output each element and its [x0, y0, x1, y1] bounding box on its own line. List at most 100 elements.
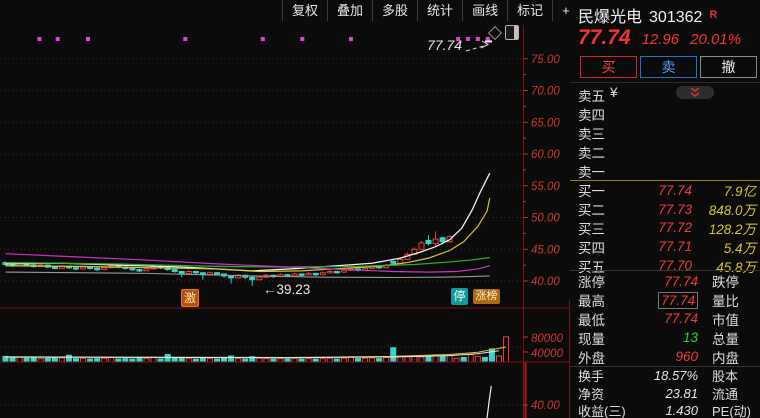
stat-label: 涨停	[570, 271, 636, 291]
bid-price: 77.71	[628, 239, 692, 254]
grid-lines	[0, 59, 523, 405]
ask-row-4[interactable]: 卖四	[570, 105, 760, 124]
registered-tag: R	[709, 9, 717, 21]
stat-label: 跌停	[698, 271, 739, 291]
eps-value: 1.430	[636, 403, 698, 418]
price-axis-label: 75.00	[531, 54, 560, 66]
sub-pane-line	[487, 386, 491, 418]
ask-label: 卖四	[570, 104, 628, 124]
price-change-pct: 20.01%	[690, 31, 741, 48]
ma-yellow	[6, 198, 490, 272]
stat-label: 最低	[570, 309, 636, 329]
turnover-value: 18.57%	[636, 368, 698, 383]
bid-label: 买二	[570, 199, 628, 219]
currency-symbol: ¥	[610, 85, 618, 105]
stock-name: 民爆光电	[578, 3, 642, 27]
stat-label: 总量	[698, 328, 739, 348]
bid-label: 买四	[570, 237, 628, 257]
high-value: 77.74	[658, 292, 698, 309]
price-axis-label: 60.00	[531, 149, 560, 161]
current-volume-value: 13	[636, 330, 698, 345]
toolbar-item-overlay[interactable]: 叠加	[327, 0, 372, 21]
badge-gainers-list[interactable]: 涨榜	[473, 289, 500, 304]
price-axis-label: 55.00	[531, 181, 560, 193]
toolbar-item-statistics[interactable]: 统计	[417, 0, 462, 21]
ask-row-3[interactable]: 卖三	[570, 124, 760, 143]
stat-label: 换手	[570, 366, 636, 385]
last-limit-up-bar	[485, 40, 492, 42]
stock-header: 民爆光电 301362 R	[578, 3, 717, 27]
stats-row-high: 最高 77.74 量比	[570, 291, 760, 310]
ask-label: 卖二	[570, 142, 628, 162]
price-axis-label: 65.00	[531, 117, 560, 129]
price-axis-label: 40.00	[531, 276, 560, 288]
stats-block-2: 换手 18.57% 股本 净资 23.81 流通 收益(三) 1.430 PE(…	[570, 367, 760, 418]
stat-label: 现量	[570, 328, 636, 348]
stat-label: 量比	[698, 290, 739, 310]
trading-app-window: 75.0070.0065.0060.0055.0050.0045.0040.00…	[0, 0, 760, 418]
bid-price: 77.74	[628, 183, 692, 198]
stat-label: 市值	[698, 309, 739, 329]
panel-toggle-icon[interactable]	[505, 25, 519, 40]
stat-label: 收益(三)	[570, 401, 636, 418]
sub-pane	[487, 386, 491, 418]
stat-label: 净资	[570, 384, 636, 403]
low-price-annotation: ←39.23	[263, 282, 310, 297]
cancel-order-button[interactable]: 撤	[700, 56, 757, 78]
bid-price: 77.72	[628, 220, 692, 235]
ask-label: 卖一	[570, 161, 628, 181]
toolbar-item-adjust[interactable]: 复权	[282, 0, 327, 21]
price-change: 12.96	[642, 31, 680, 48]
price-axis-label: 45.00	[531, 244, 560, 256]
ma-white	[6, 173, 490, 271]
bid-amount: 5.4万	[692, 237, 760, 257]
stats-block: 涨停 77.74 跌停 最高 77.74 量比 最低 77.74 市值 现量 1…	[570, 272, 760, 366]
stats-row-net-assets: 净资 23.81 流通	[570, 385, 760, 403]
event-markers	[37, 37, 489, 41]
stats-row-eps: 收益(三) 1.430 PE(动)	[570, 402, 760, 418]
sub-axis-label: 40.00	[531, 400, 560, 412]
bid-label: 买三	[570, 218, 628, 238]
stat-label: 外盘	[570, 347, 636, 367]
stat-label: 流通	[698, 384, 738, 403]
stats-row-turnover: 换手 18.57% 股本	[570, 367, 760, 385]
stats-row-current-vol: 现量 13 总量	[570, 328, 760, 347]
stat-label: 股本	[698, 366, 738, 385]
bid-amount: 128.2万	[692, 218, 760, 238]
toolbar-item-draw-line[interactable]: 画线	[462, 0, 507, 21]
badge-halt[interactable]: 停	[451, 288, 468, 305]
toolbar-item-mark[interactable]: 标记	[507, 0, 552, 21]
ask-row-5[interactable]: 卖五¥	[570, 86, 760, 105]
outer-volume-value: 960	[636, 349, 698, 364]
bid-price: 77.73	[628, 202, 692, 217]
bid-label: 买一	[570, 180, 628, 200]
kline-chart[interactable]: 75.0070.0065.0060.0055.0050.0045.0040.00…	[0, 0, 570, 418]
badge-stimulus[interactable]: 激	[181, 289, 199, 307]
bid-row-2[interactable]: 买二 77.73 848.0万	[570, 200, 760, 219]
ask-label: 卖五	[578, 85, 605, 105]
ask-row-1[interactable]: 卖一	[570, 161, 760, 180]
stat-label: 最高	[570, 290, 636, 310]
buy-button[interactable]: 买	[580, 56, 637, 78]
sell-button[interactable]: 卖	[640, 56, 697, 78]
bid-row-4[interactable]: 买四 77.71 5.4万	[570, 237, 760, 256]
price-axis: 75.0070.0065.0060.0055.0050.0045.0040.00…	[523, 54, 564, 412]
volume-axis-label: 80000	[531, 333, 564, 345]
ask-levels: 卖五¥ 卖四 卖三 卖二 卖一	[570, 86, 760, 180]
quote-panel: 民爆光电 301362 R 77.74 12.96 20.01% 买 卖 撤 卖…	[570, 0, 760, 418]
stock-code: 301362	[649, 9, 702, 27]
annotations: 77.74 ←39.23	[263, 37, 492, 297]
stat-label: PE(动)	[698, 401, 751, 418]
last-price-annotation: 77.74	[427, 37, 462, 53]
toolbar-item-multi-stock[interactable]: 多股	[372, 0, 417, 21]
ask-row-2[interactable]: 卖二	[570, 142, 760, 161]
price-axis-label: 70.00	[531, 86, 560, 98]
bid-row-3[interactable]: 买三 77.72 128.2万	[570, 219, 760, 238]
volume-axis-label: 40000	[531, 348, 564, 360]
stats-row-low: 最低 77.74 市值	[570, 310, 760, 329]
bid-row-1[interactable]: 买一 77.74 7.9亿	[570, 181, 760, 200]
last-price: 77.74	[578, 26, 631, 50]
bid-levels: 买一 77.74 7.9亿 买二 77.73 848.0万 买三 77.72 1…	[570, 181, 760, 275]
price-row: 77.74 12.96 20.01%	[578, 26, 741, 50]
stat-label: 内盘	[698, 347, 739, 367]
